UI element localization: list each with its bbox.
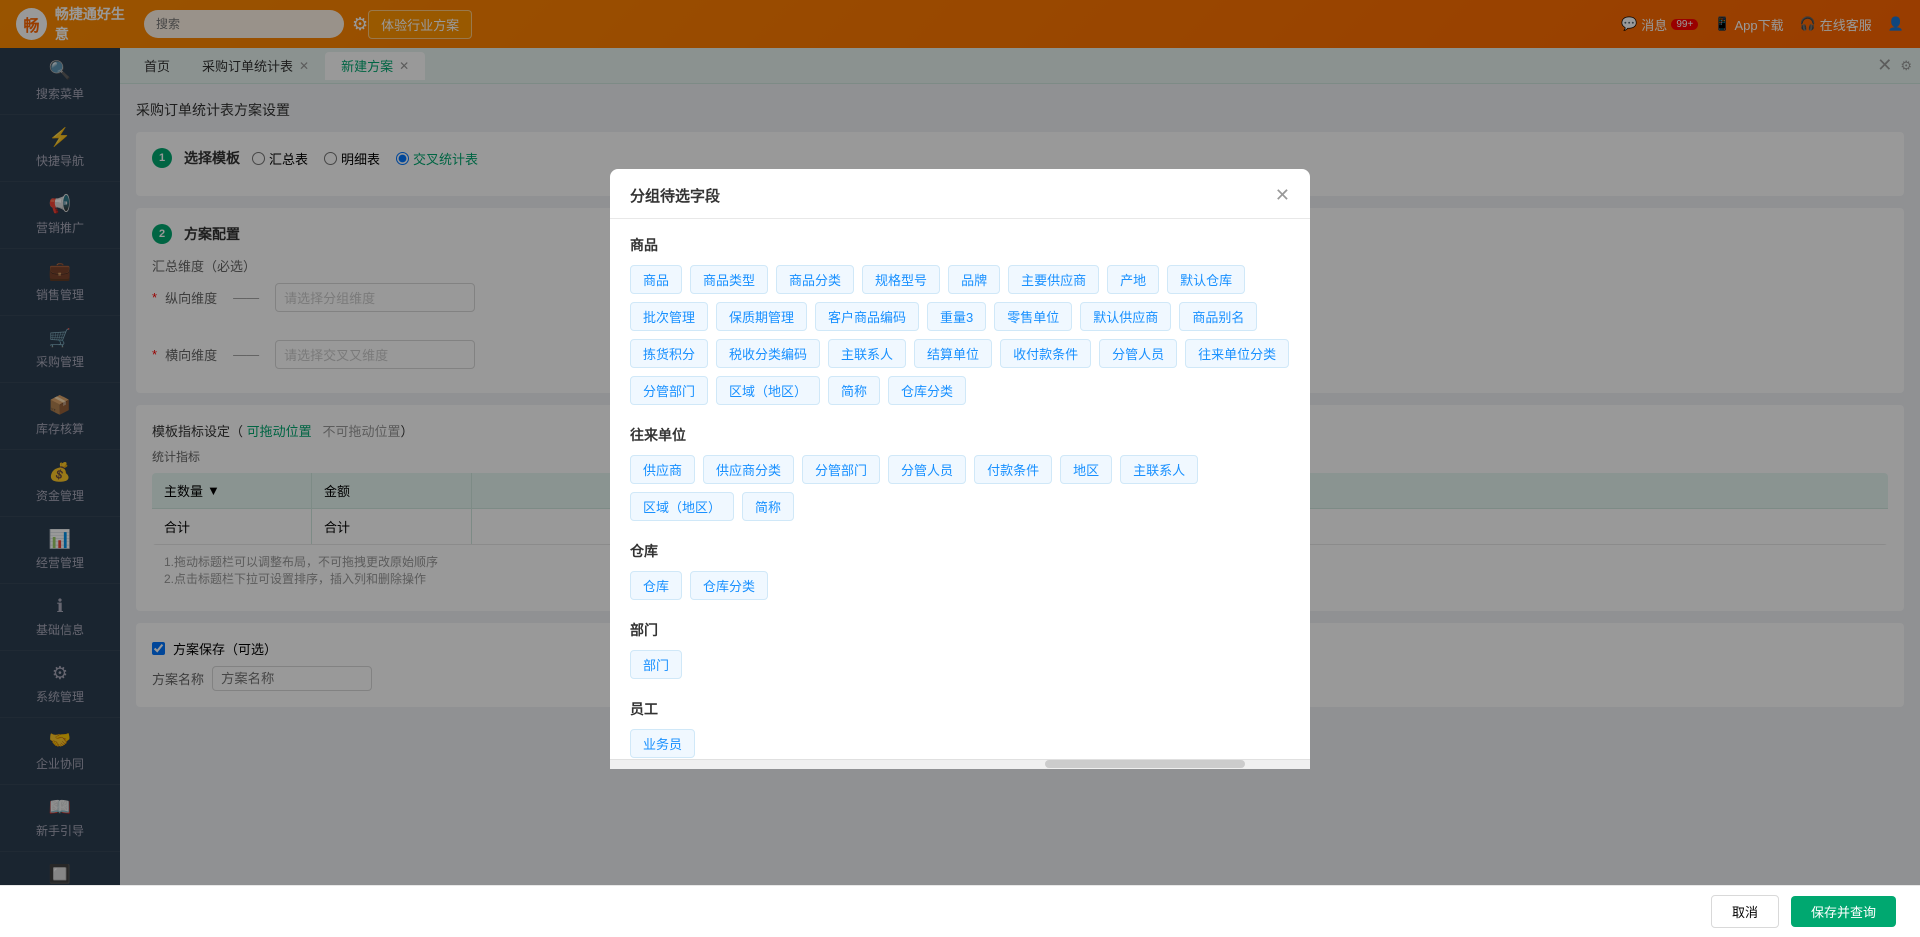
field-settlement-unit[interactable]: 结算单位	[914, 339, 992, 368]
section-dept: 部门 部门	[630, 620, 1290, 679]
field-main-contact[interactable]: 主联系人	[828, 339, 906, 368]
modal-hscrollbar[interactable]	[610, 759, 1310, 768]
field-spec-model[interactable]: 规格型号	[862, 265, 940, 294]
field-origin[interactable]: 产地	[1107, 265, 1159, 294]
warehouse-field-grid: 仓库 仓库分类	[630, 571, 1290, 600]
field-goods-type[interactable]: 商品类型	[690, 265, 768, 294]
field-supervisor[interactable]: 分管人员	[1099, 339, 1177, 368]
modal-close-btn[interactable]: ✕	[1275, 185, 1290, 206]
field-short-name-p[interactable]: 简称	[742, 492, 794, 521]
field-goods[interactable]: 商品	[630, 265, 682, 294]
field-warehouse-category[interactable]: 仓库分类	[888, 376, 966, 405]
field-payment-terms[interactable]: 收付款条件	[1000, 339, 1091, 368]
field-supplier[interactable]: 供应商	[630, 455, 695, 484]
section-staff-title: 员工	[630, 699, 1290, 719]
save-button[interactable]: 保存并查询	[1791, 896, 1896, 927]
field-dept-mgmt[interactable]: 分管部门	[630, 376, 708, 405]
modal-body: 商品 商品 商品类型 商品分类 规格型号 品牌 主要供应商 产地 默认仓库 批次…	[610, 219, 1310, 760]
field-default-warehouse[interactable]: 默认仓库	[1167, 265, 1245, 294]
field-goods-category[interactable]: 商品分类	[776, 265, 854, 294]
section-partner: 往来单位 供应商 供应商分类 分管部门 分管人员 付款条件 地区 主联系人 区域…	[630, 425, 1290, 521]
field-expiry-mgmt[interactable]: 保质期管理	[716, 302, 807, 331]
field-brand[interactable]: 品牌	[948, 265, 1000, 294]
modal-overlay: 分组待选字段 ✕ 商品 商品 商品类型 商品分类 规格型号 品牌 主要供应商 产…	[0, 0, 1920, 937]
goods-field-grid: 商品 商品类型 商品分类 规格型号 品牌 主要供应商 产地 默认仓库 批次管理 …	[630, 265, 1290, 405]
field-dept[interactable]: 部门	[630, 650, 682, 679]
field-salesperson[interactable]: 业务员	[630, 729, 695, 758]
field-short-name-goods[interactable]: 简称	[828, 376, 880, 405]
field-pick-points[interactable]: 拣货积分	[630, 339, 708, 368]
field-mgmt-dept[interactable]: 分管部门	[802, 455, 880, 484]
field-district[interactable]: 地区	[1060, 455, 1112, 484]
section-warehouse-title: 仓库	[630, 541, 1290, 561]
field-supplier-cat[interactable]: 供应商分类	[703, 455, 794, 484]
modal-dialog: 分组待选字段 ✕ 商品 商品 商品类型 商品分类 规格型号 品牌 主要供应商 产…	[610, 169, 1310, 769]
cancel-button[interactable]: 取消	[1711, 895, 1779, 928]
dept-field-grid: 部门	[630, 650, 1290, 679]
section-dept-title: 部门	[630, 620, 1290, 640]
field-retail-unit[interactable]: 零售单位	[994, 302, 1072, 331]
field-main-supplier[interactable]: 主要供应商	[1008, 265, 1099, 294]
field-region-partner[interactable]: 区域（地区）	[630, 492, 734, 521]
field-batch-mgmt[interactable]: 批次管理	[630, 302, 708, 331]
field-warehouse[interactable]: 仓库	[630, 571, 682, 600]
field-tax-code[interactable]: 税收分类编码	[716, 339, 820, 368]
modal-header: 分组待选字段 ✕	[610, 169, 1310, 219]
section-goods: 商品 商品 商品类型 商品分类 规格型号 品牌 主要供应商 产地 默认仓库 批次…	[630, 235, 1290, 405]
modal-title: 分组待选字段	[630, 185, 720, 206]
field-customer-code[interactable]: 客户商品编码	[815, 302, 919, 331]
field-warehouse-cat[interactable]: 仓库分类	[690, 571, 768, 600]
field-goods-alias[interactable]: 商品别名	[1179, 302, 1257, 331]
field-main-contact-p[interactable]: 主联系人	[1120, 455, 1198, 484]
section-goods-title: 商品	[630, 235, 1290, 255]
modal-hscroll-thumb[interactable]	[1045, 760, 1245, 768]
section-partner-title: 往来单位	[630, 425, 1290, 445]
section-warehouse: 仓库 仓库 仓库分类	[630, 541, 1290, 600]
partner-field-grid: 供应商 供应商分类 分管部门 分管人员 付款条件 地区 主联系人 区域（地区） …	[630, 455, 1290, 521]
field-partner-category[interactable]: 往来单位分类	[1185, 339, 1289, 368]
field-region-goods[interactable]: 区域（地区）	[716, 376, 820, 405]
bottom-footer: 取消 保存并查询	[0, 885, 1920, 937]
section-staff: 员工 业务员	[630, 699, 1290, 758]
field-weight[interactable]: 重量3	[927, 302, 986, 331]
field-mgmt-staff[interactable]: 分管人员	[888, 455, 966, 484]
staff-field-grid: 业务员	[630, 729, 1290, 758]
field-default-supplier[interactable]: 默认供应商	[1080, 302, 1171, 331]
field-payment-cond[interactable]: 付款条件	[974, 455, 1052, 484]
